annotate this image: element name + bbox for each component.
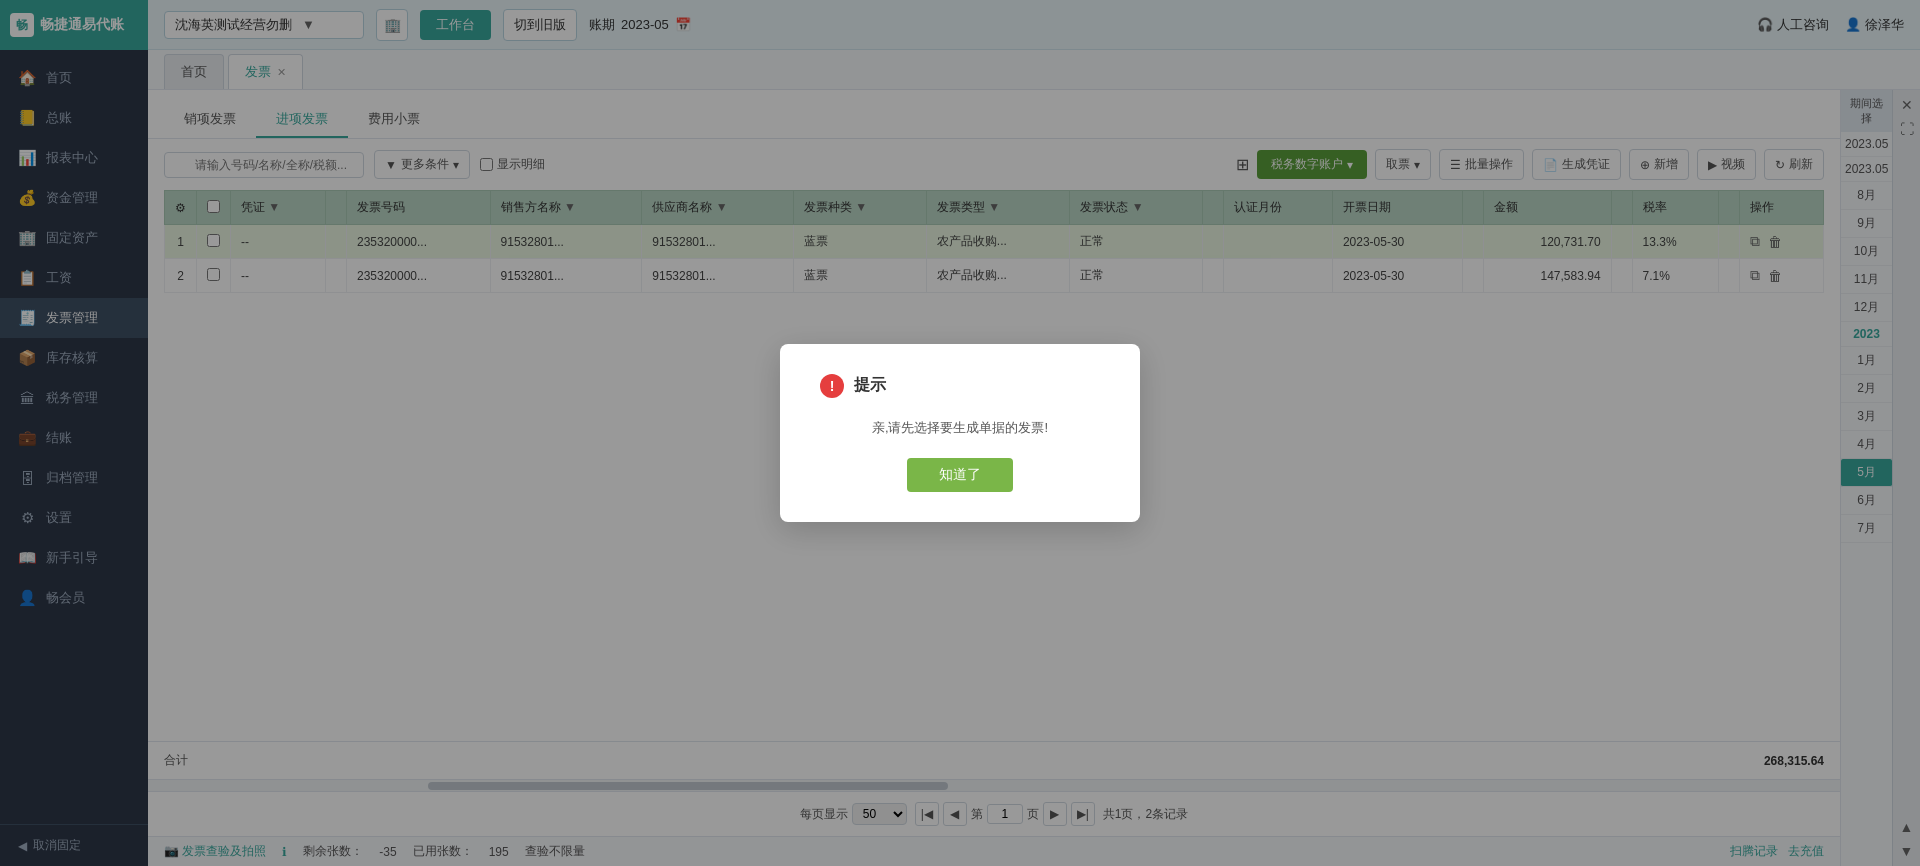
modal-warning-icon: ! [820,374,844,398]
modal-overlay[interactable]: ! 提示 亲,请先选择要生成单据的发票! 知道了 [0,0,1920,866]
modal-title: 提示 [854,375,886,396]
modal-box: ! 提示 亲,请先选择要生成单据的发票! 知道了 [780,344,1140,523]
modal-title-row: ! 提示 [820,374,1100,398]
modal-ok-button[interactable]: 知道了 [907,458,1013,492]
modal-message: 亲,请先选择要生成单据的发票! [872,418,1048,439]
